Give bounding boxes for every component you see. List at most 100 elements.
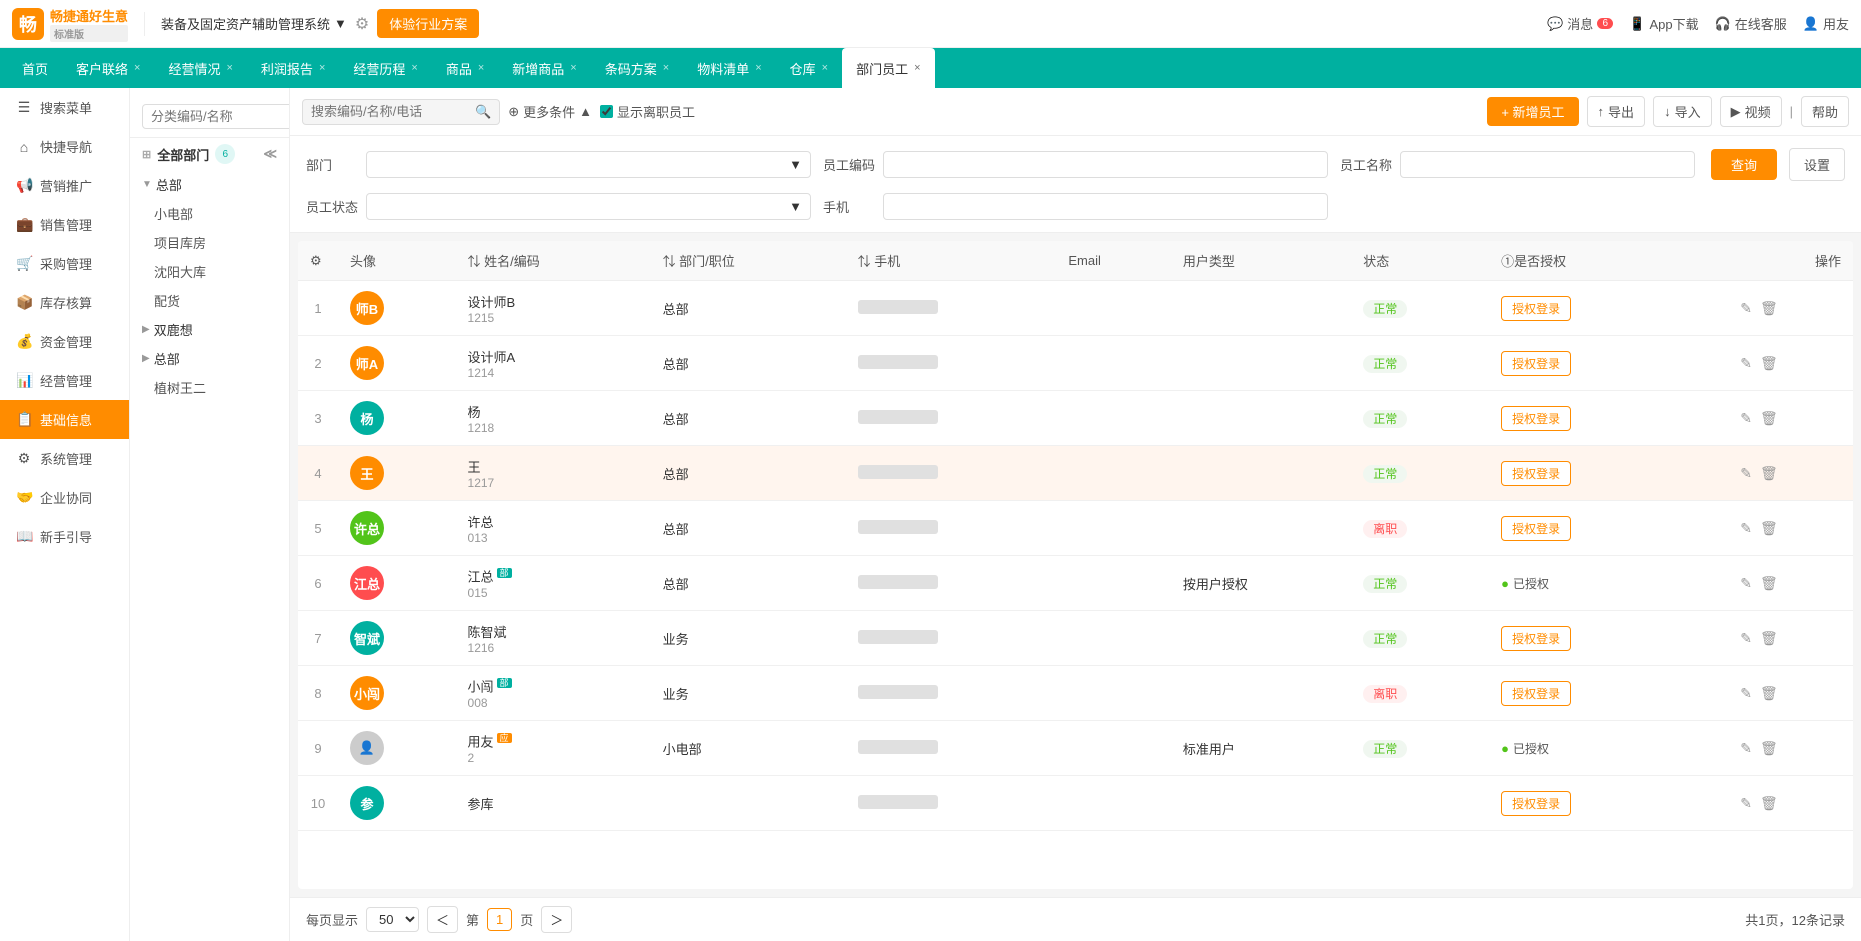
show-resigned-checkbox[interactable]: 显示离职员工 <box>600 102 695 121</box>
delete-icon[interactable]: 🗑 <box>1760 630 1778 647</box>
sidebar-item-inventory[interactable]: 📦 库存核算 <box>0 283 129 322</box>
dept-group-zongbu[interactable]: ▼ 总部 <box>130 170 289 199</box>
import-button[interactable]: ↓ 导入 <box>1653 96 1712 127</box>
dept-edit-btn[interactable]: 6 <box>215 144 235 164</box>
sidebar-item-finance[interactable]: 💰 资金管理 <box>0 322 129 361</box>
dept-item-xiaodian[interactable]: 小电部 <box>130 199 289 228</box>
edit-icon[interactable]: ✎ <box>1740 795 1752 812</box>
edit-icon[interactable]: ✎ <box>1740 630 1752 647</box>
app-download-item[interactable]: 📱 App下载 <box>1629 14 1698 33</box>
sidebar-item-basic[interactable]: 📋 基础信息 <box>0 400 129 439</box>
dept-item-peihuo[interactable]: 配货 <box>130 286 289 315</box>
search-input[interactable] <box>311 104 471 119</box>
tab-home[interactable]: 首页 <box>8 48 62 88</box>
reset-button[interactable]: 设置 <box>1789 148 1845 181</box>
dept-item-project[interactable]: 项目库房 <box>130 228 289 257</box>
edit-icon[interactable]: ✎ <box>1740 520 1752 537</box>
close-icon[interactable]: × <box>822 62 828 74</box>
system-title-select[interactable]: 装备及固定资产辅助管理系统 ▼ <box>161 14 347 33</box>
tab-operation[interactable]: 经营情况 × <box>154 48 246 88</box>
dept-item-shenyang[interactable]: 沈阳大库 <box>130 257 289 286</box>
dept-group-shuanglu[interactable]: ▶ 双鹿想 <box>130 315 289 344</box>
delete-icon[interactable]: 🗑 <box>1760 355 1778 372</box>
auth-button[interactable]: 授权登录 <box>1501 461 1571 486</box>
close-icon[interactable]: × <box>478 62 484 74</box>
delete-icon[interactable]: 🗑 <box>1760 575 1778 592</box>
auth-button[interactable]: 授权登录 <box>1501 791 1571 816</box>
auth-button[interactable]: 授权登录 <box>1501 406 1571 431</box>
dept-search-input[interactable] <box>142 104 290 129</box>
col-dept[interactable]: ⇅ 部门/职位 <box>651 241 846 281</box>
tab-barcode[interactable]: 条码方案 × <box>591 48 683 88</box>
dept-select[interactable]: ▼ <box>366 151 811 178</box>
tab-history[interactable]: 经营历程 × <box>339 48 431 88</box>
sidebar-item-nav[interactable]: ⌂ 快捷导航 <box>0 127 129 166</box>
edit-icon[interactable]: ✎ <box>1740 355 1752 372</box>
edit-icon[interactable]: ✎ <box>1740 740 1752 757</box>
edit-icon[interactable]: ✎ <box>1740 685 1752 702</box>
tab-profit[interactable]: 利润报告 × <box>247 48 339 88</box>
tab-bom[interactable]: 物料清单 × <box>683 48 775 88</box>
next-btn[interactable]: ＞ <box>541 906 572 933</box>
delete-icon[interactable]: 🗑 <box>1760 685 1778 702</box>
edit-icon[interactable]: ✎ <box>1740 300 1752 317</box>
tab-customer[interactable]: 客户联络 × <box>62 48 154 88</box>
empcode-input[interactable] <box>883 151 1328 178</box>
delete-icon[interactable]: 🗑 <box>1760 795 1778 812</box>
empstatus-select[interactable]: ▼ <box>366 193 811 220</box>
edit-icon[interactable]: ✎ <box>1740 465 1752 482</box>
sidebar-item-sales[interactable]: 💼 销售管理 <box>0 205 129 244</box>
dept-collapse-icon[interactable]: ≪ <box>263 146 277 162</box>
close-icon[interactable]: × <box>226 62 232 74</box>
help-button[interactable]: 帮助 <box>1801 96 1849 127</box>
message-item[interactable]: 💬 消息 6 <box>1547 14 1613 33</box>
per-page-select[interactable]: 50 <box>366 907 419 932</box>
add-employee-button[interactable]: + 新增员工 <box>1487 97 1578 126</box>
dept-group-zongbu2[interactable]: ▶ 总部 <box>130 344 289 373</box>
prev-btn[interactable]: ＜ <box>427 906 458 933</box>
auth-button[interactable]: 授权登录 <box>1501 681 1571 706</box>
col-settings[interactable]: ⚙ <box>298 241 338 281</box>
close-icon[interactable]: × <box>570 62 576 74</box>
sidebar-item-system[interactable]: ⚙ 系统管理 <box>0 439 129 478</box>
query-button[interactable]: 查询 <box>1711 149 1777 180</box>
close-icon[interactable]: × <box>914 62 920 74</box>
tab-department[interactable]: 部门员工 × <box>842 48 934 88</box>
experience-button[interactable]: 体验行业方案 <box>377 9 479 38</box>
view-button[interactable]: ▶ 视频 <box>1720 96 1782 127</box>
dept-item-zhishu[interactable]: 植树王二 <box>130 373 289 402</box>
tab-add-goods[interactable]: 新增商品 × <box>498 48 590 88</box>
sidebar-item-marketing[interactable]: 📢 营销推广 <box>0 166 129 205</box>
online-service-item[interactable]: 🎧 在线客服 <box>1715 14 1787 33</box>
filter-more-btn[interactable]: ⊕ 更多条件 ▲ <box>508 102 592 121</box>
auth-button[interactable]: 授权登录 <box>1501 351 1571 376</box>
auth-button[interactable]: 授权登录 <box>1501 626 1571 651</box>
edit-icon[interactable]: ✎ <box>1740 410 1752 427</box>
edit-icon[interactable]: ✎ <box>1740 575 1752 592</box>
resigned-checkbox-input[interactable] <box>600 105 613 118</box>
sidebar-item-collab[interactable]: 🤝 企业协同 <box>0 478 129 517</box>
tab-warehouse[interactable]: 仓库 × <box>776 48 842 88</box>
delete-icon[interactable]: 🗑 <box>1760 410 1778 427</box>
empname-input[interactable] <box>1400 151 1695 178</box>
close-icon[interactable]: × <box>755 62 761 74</box>
sidebar-item-search[interactable]: ☰ 搜索菜单 <box>0 88 129 127</box>
sidebar-item-guide[interactable]: 📖 新手引导 <box>0 517 129 556</box>
close-icon[interactable]: × <box>319 62 325 74</box>
delete-icon[interactable]: 🗑 <box>1760 300 1778 317</box>
phone-input[interactable] <box>883 193 1328 220</box>
export-button[interactable]: ↑ 导出 <box>1587 96 1646 127</box>
col-phone[interactable]: ⇅ 手机 <box>846 241 1057 281</box>
delete-icon[interactable]: 🗑 <box>1760 465 1778 482</box>
search-icon[interactable]: 🔍 <box>475 104 491 120</box>
sidebar-item-purchase[interactable]: 🛒 采购管理 <box>0 244 129 283</box>
dept-all-label[interactable]: 全部部门 <box>157 145 209 164</box>
close-icon[interactable]: × <box>663 62 669 74</box>
tab-goods[interactable]: 商品 × <box>432 48 498 88</box>
auth-button[interactable]: 授权登录 <box>1501 516 1571 541</box>
close-icon[interactable]: × <box>134 62 140 74</box>
close-icon[interactable]: × <box>411 62 417 74</box>
col-name[interactable]: ⇅ 姓名/编码 <box>456 241 651 281</box>
settings-icon[interactable]: ⚙ <box>355 14 369 34</box>
sidebar-item-management[interactable]: 📊 经营管理 <box>0 361 129 400</box>
